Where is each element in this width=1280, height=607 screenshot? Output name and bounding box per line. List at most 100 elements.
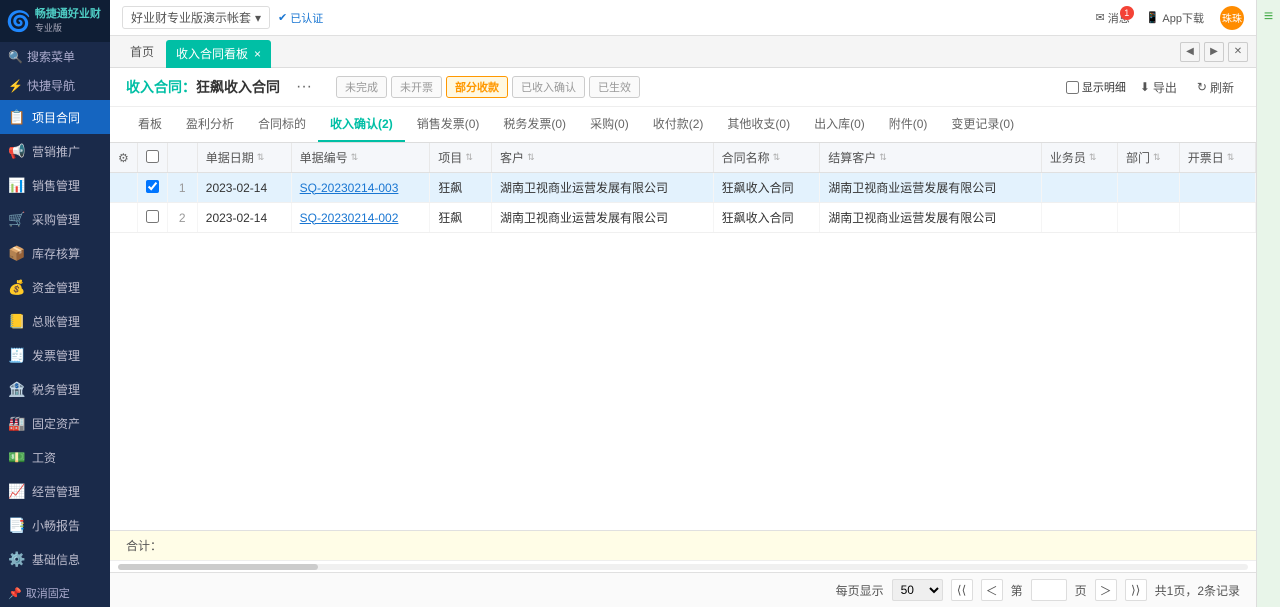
sidebar-item-capital[interactable]: 💰 资金管理	[0, 270, 110, 304]
salesperson-sort[interactable]: 业务员 ⇅	[1050, 149, 1109, 166]
status-confirmed-button[interactable]: 已收入确认	[512, 76, 585, 98]
tab-prev-button[interactable]: ◀	[1180, 42, 1200, 62]
tab-sales-invoice[interactable]: 销售发票(0)	[405, 107, 492, 142]
sort-icon-dept: ⇅	[1153, 152, 1161, 163]
col-dept-label: 部门	[1126, 149, 1150, 166]
topbar-right: ✉ 消息 1 📱 App下载 珠珠	[1096, 6, 1245, 30]
sidebar-item-report[interactable]: 📑 小畅报告	[0, 508, 110, 542]
sidebar-item-marketing[interactable]: 📢 营销推广	[0, 134, 110, 168]
open-date-sort[interactable]: 开票日 ⇅	[1188, 149, 1247, 166]
horizontal-scrollbar[interactable]	[110, 560, 1256, 572]
col-settings[interactable]: ⚙	[110, 143, 137, 173]
tab-purchase[interactable]: 采购(0)	[578, 107, 641, 142]
sidebar-item-tax[interactable]: 🏦 税务管理	[0, 372, 110, 406]
right-panel[interactable]: ≡	[1256, 0, 1280, 607]
status-incomplete-button[interactable]: 未完成	[336, 76, 387, 98]
show-detail-checkbox-label[interactable]: 显示明细	[1066, 79, 1126, 95]
table-row[interactable]: 2 2023-02-14 SQ-20230214-002 狂飙 湖南卫视商业运营…	[110, 203, 1256, 233]
row1-checkbox[interactable]	[137, 173, 167, 203]
row2-checkbox[interactable]	[137, 203, 167, 233]
sidebar-item-search[interactable]: 🔍 搜索菜单	[0, 42, 110, 71]
company-selector[interactable]: 好业财专业版演示帐套 ▾	[122, 6, 270, 29]
tab-tax-invoice[interactable]: 税务发票(0)	[491, 107, 578, 142]
first-page-button[interactable]: ⟨⟨	[951, 579, 973, 601]
row2-customer: 湖南卫视商业运营发展有限公司	[492, 203, 714, 233]
tab-next-button[interactable]: ▶	[1204, 42, 1224, 62]
settings-icon[interactable]: ⚙	[118, 151, 129, 165]
customer-sort[interactable]: 客户 ⇅	[500, 149, 705, 166]
per-page-select[interactable]: 50 100 200	[892, 579, 943, 601]
labor-icon: 💵	[8, 448, 26, 466]
sidebar-pin-button[interactable]: 📌 取消固定	[0, 579, 110, 607]
number-sort[interactable]: 单据编号 ⇅	[300, 149, 422, 166]
row1-number[interactable]: SQ-20230214-003	[291, 173, 430, 203]
more-actions-button[interactable]: ···	[292, 78, 316, 96]
sidebar-logo: 🌀 畅捷通好业财 专业版	[0, 0, 110, 42]
table-row[interactable]: 1 2023-02-14 SQ-20230214-003 狂飙 湖南卫视商业运营…	[110, 173, 1256, 203]
sales-icon: 📊	[8, 176, 26, 194]
sidebar-item-purchase[interactable]: 🛒 采购管理	[0, 202, 110, 236]
tab-confirm[interactable]: 收入确认(2)	[318, 107, 405, 142]
refresh-button[interactable]: ↻ 刷新	[1191, 77, 1240, 98]
page-label-after: 页	[1075, 582, 1087, 599]
sort-icon-settled: ⇅	[879, 152, 887, 163]
col-checkbox-header[interactable]	[137, 143, 167, 173]
message-button[interactable]: ✉ 消息 1	[1096, 10, 1130, 26]
app-download-button[interactable]: 📱 App下载	[1146, 10, 1204, 26]
current-page-input[interactable]: 1	[1031, 579, 1067, 601]
col-contract-name-label: 合同名称	[722, 149, 770, 166]
tab-kanban[interactable]: 看板	[126, 107, 174, 142]
settled-sort[interactable]: 结算客户 ⇅	[828, 149, 1033, 166]
home-tab[interactable]: 首页	[118, 36, 166, 68]
pagination: 每页显示 50 100 200 ⟨⟨ ＜ 第 1 页 ＞ ⟩⟩ 共1页，2条记录	[110, 572, 1256, 607]
scrollbar-thumb[interactable]	[118, 564, 318, 570]
company-name: 好业财专业版演示帐套	[131, 9, 251, 26]
sidebar-item-quicknav[interactable]: ⚡ 快捷导航	[0, 71, 110, 100]
sidebar-item-inventory[interactable]: 📦 库存核算	[0, 236, 110, 270]
tab-other-income[interactable]: 其他收支(0)	[715, 107, 802, 142]
sort-icon-salesperson: ⇅	[1089, 152, 1097, 163]
project-sort[interactable]: 项目 ⇅	[438, 149, 483, 166]
status-partial-button[interactable]: 部分收款	[446, 76, 508, 98]
sidebar-item-invoice[interactable]: 🧾 发票管理	[0, 338, 110, 372]
sidebar-item-base[interactable]: ⚙️ 基础信息	[0, 542, 110, 576]
tab-profit[interactable]: 盈利分析	[174, 107, 246, 142]
date-sort[interactable]: 单据日期 ⇅	[206, 149, 283, 166]
row1-number-link[interactable]: SQ-20230214-003	[300, 181, 399, 195]
tab-standards[interactable]: 合同标的	[246, 107, 318, 142]
sidebar-invoice-label: 发票管理	[32, 347, 80, 364]
scrollbar-track[interactable]	[118, 564, 1248, 570]
select-all-checkbox[interactable]	[146, 150, 159, 163]
sidebar-item-labor[interactable]: 💵 工资	[0, 440, 110, 474]
row2-settled: 湖南卫视商业运营发展有限公司	[820, 203, 1042, 233]
tab-close-button[interactable]: ×	[254, 47, 261, 61]
contract-tab[interactable]: 收入合同看板 ×	[166, 40, 271, 68]
sidebar-item-sales[interactable]: 📊 销售管理	[0, 168, 110, 202]
tab-change-log[interactable]: 变更记录(0)	[939, 107, 1026, 142]
dept-sort[interactable]: 部门 ⇅	[1126, 149, 1171, 166]
row2-number-link[interactable]: SQ-20230214-002	[300, 211, 399, 225]
status-active-button[interactable]: 已生效	[589, 76, 640, 98]
col-contract-name: 合同名称 ⇅	[713, 143, 820, 173]
last-page-button[interactable]: ⟩⟩	[1125, 579, 1147, 601]
tab-attachment[interactable]: 附件(0)	[877, 107, 940, 142]
sidebar-quicknav-label: 快捷导航	[27, 77, 75, 94]
row2-number[interactable]: SQ-20230214-002	[291, 203, 430, 233]
user-avatar-button[interactable]: 珠珠	[1220, 6, 1244, 30]
sort-icon-number: ⇅	[351, 152, 359, 163]
contract-name-sort[interactable]: 合同名称 ⇅	[722, 149, 812, 166]
tab-warehouse[interactable]: 出入库(0)	[802, 107, 877, 142]
sidebar-item-project[interactable]: 📋 项目合同	[0, 100, 110, 134]
show-detail-checkbox[interactable]	[1066, 81, 1079, 94]
tab-close-all-button[interactable]: ✕	[1228, 42, 1248, 62]
status-no-invoice-button[interactable]: 未开票	[391, 76, 442, 98]
export-button[interactable]: ⬇ 导出	[1134, 77, 1183, 98]
sidebar-item-fixed[interactable]: 🏭 固定资产	[0, 406, 110, 440]
sidebar-item-general[interactable]: 📒 总账管理	[0, 304, 110, 338]
sidebar-item-ops[interactable]: 📈 经营管理	[0, 474, 110, 508]
col-settled-label: 结算客户	[828, 149, 876, 166]
next-page-button[interactable]: ＞	[1095, 579, 1117, 601]
tab-payment[interactable]: 收付款(2)	[641, 107, 716, 142]
certified-label: 已认证	[290, 10, 323, 26]
prev-page-button[interactable]: ＜	[981, 579, 1003, 601]
